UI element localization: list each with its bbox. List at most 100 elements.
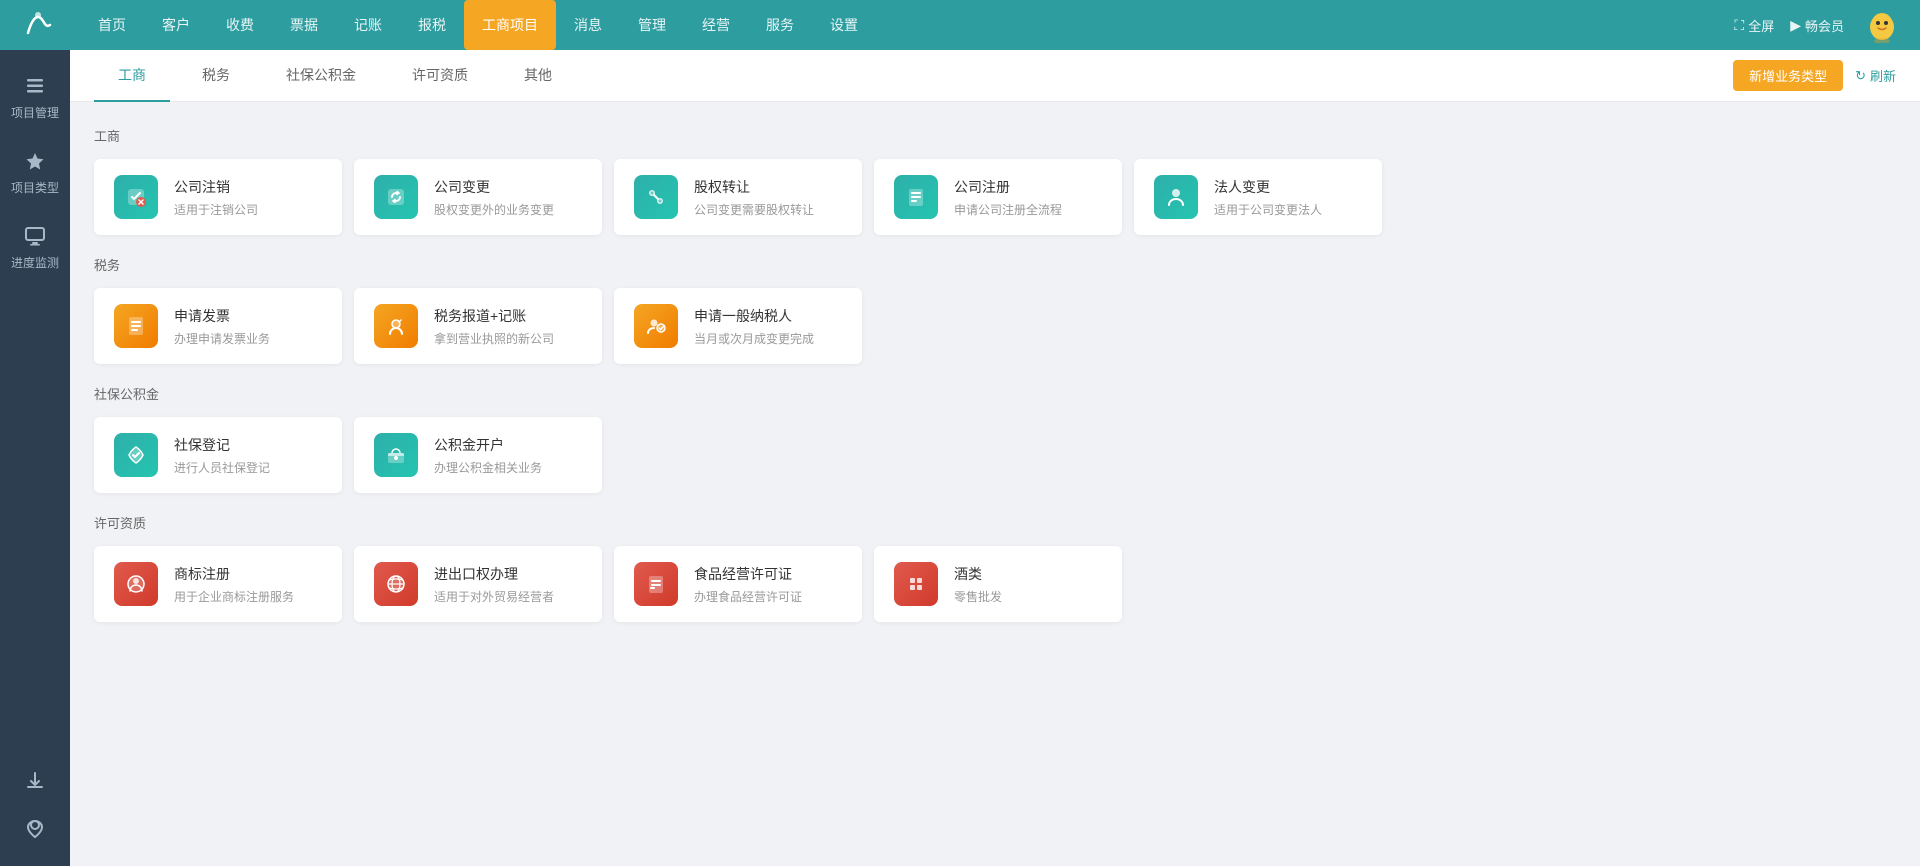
- card-food-license[interactable]: 食品经营许可证 办理食品经营许可证: [614, 546, 862, 622]
- card-text-company-change: 公司变更 股权变更外的业务变更: [434, 177, 582, 218]
- section-cards-xuke: 商标注册 用于企业商标注册服务: [94, 546, 1896, 622]
- logo[interactable]: [16, 3, 60, 47]
- vip-button[interactable]: ▶ 畅会员: [1790, 16, 1844, 35]
- sidebar-download-button[interactable]: [0, 758, 70, 804]
- top-nav-right: ⛶ 全屏 ▶ 畅会员: [1734, 3, 1904, 47]
- card-name-register: 公司注册: [954, 177, 1102, 197]
- card-social-security[interactable]: 社保登记 进行人员社保登记: [94, 417, 342, 493]
- sidebar-item-project-manage[interactable]: 项目管理: [0, 60, 70, 135]
- card-name-taxpayer: 申请一般纳税人: [694, 306, 842, 326]
- card-desc-tax-report: 拿到营业执照的新公司: [434, 330, 582, 347]
- refresh-icon: ↻: [1855, 68, 1866, 84]
- sidebar-item-progress[interactable]: 进度监测: [0, 210, 70, 285]
- card-desc-alcohol: 零售批发: [954, 588, 1102, 605]
- nav-invoice[interactable]: 票据: [272, 0, 336, 50]
- card-desc-trademark: 用于企业商标注册服务: [174, 588, 322, 605]
- change-company-icon: [374, 175, 418, 219]
- card-text-company-cancel: 公司注销 适用于注销公司: [174, 177, 322, 218]
- card-company-cancel[interactable]: 公司注销 适用于注销公司: [94, 159, 342, 235]
- nav-service[interactable]: 服务: [748, 0, 812, 50]
- card-invoice[interactable]: 申请发票 办理申请发票业务: [94, 288, 342, 364]
- sidebar-label-progress: 进度监测: [11, 254, 59, 271]
- nav-customer[interactable]: 客户: [144, 0, 208, 50]
- card-desc-legal: 适用于公司变更法人: [1214, 201, 1362, 218]
- card-text-tax-report: 税务报道+记账 拿到营业执照的新公司: [434, 306, 582, 347]
- section-title-xuke: 许可资质: [94, 513, 1896, 532]
- content-scroll[interactable]: 工商 公司注销 适用于注销公司: [70, 102, 1920, 866]
- card-text-fund: 公积金开户 办理公积金相关业务: [434, 435, 582, 476]
- card-text-social-security: 社保登记 进行人员社保登记: [174, 435, 322, 476]
- taxpayer-icon: [634, 304, 678, 348]
- card-text-taxpayer: 申请一般纳税人 当月或次月成变更完成: [694, 306, 842, 347]
- card-name-import-export: 进出口权办理: [434, 564, 582, 584]
- card-desc-social-security: 进行人员社保登记: [174, 459, 322, 476]
- social-security-icon: [114, 433, 158, 477]
- card-desc-company-cancel: 适用于注销公司: [174, 201, 322, 218]
- card-tax-report[interactable]: 税务报道+记账 拿到营业执照的新公司: [354, 288, 602, 364]
- nav-home[interactable]: 首页: [80, 0, 144, 50]
- card-name-company-change: 公司变更: [434, 177, 582, 197]
- card-text-invoice: 申请发票 办理申请发票业务: [174, 306, 322, 347]
- sidebar-bottom: [0, 758, 70, 866]
- card-trademark[interactable]: 商标注册 用于企业商标注册服务: [94, 546, 342, 622]
- nav-items: 首页 客户 收费 票据 记账 报税 工商项目 消息 管理 经营 服务 设置: [80, 0, 1734, 50]
- card-name-legal: 法人变更: [1214, 177, 1362, 197]
- alcohol-icon: [894, 562, 938, 606]
- card-legal-person[interactable]: 法人变更 适用于公司变更法人: [1134, 159, 1382, 235]
- card-name-fund: 公积金开户: [434, 435, 582, 455]
- tab-gongshang[interactable]: 工商: [94, 50, 170, 102]
- card-text-food-license: 食品经营许可证 办理食品经营许可证: [694, 564, 842, 605]
- nav-message[interactable]: 消息: [556, 0, 620, 50]
- sub-tabs-actions: 新增业务类型 ↻ 刷新: [1733, 60, 1896, 91]
- card-text-alcohol: 酒类 零售批发: [954, 564, 1102, 605]
- nav-manage[interactable]: 管理: [620, 0, 684, 50]
- card-alcohol[interactable]: 酒类 零售批发: [874, 546, 1122, 622]
- nav-operation[interactable]: 经营: [684, 0, 748, 50]
- register-company-icon: [894, 175, 938, 219]
- card-desc-equity: 公司变更需要股权转让: [694, 201, 842, 218]
- section-title-shebao: 社保公积金: [94, 384, 1896, 403]
- card-text-register: 公司注册 申请公司注册全流程: [954, 177, 1102, 218]
- fullscreen-button[interactable]: ⛶ 全屏: [1734, 16, 1774, 35]
- nav-settings[interactable]: 设置: [812, 0, 876, 50]
- card-company-register[interactable]: 公司注册 申请公司注册全流程: [874, 159, 1122, 235]
- sidebar-item-project-type[interactable]: 项目类型: [0, 135, 70, 210]
- tab-other[interactable]: 其他: [500, 50, 576, 102]
- nav-business[interactable]: 工商项目: [464, 0, 556, 50]
- card-text-import-export: 进出口权办理 适用于对外贸易经营者: [434, 564, 582, 605]
- sub-tabs: 工商 税务 社保公积金 许可资质 其他 新增业务类型 ↻ 刷新: [70, 50, 1920, 102]
- section-cards-gongshang: 公司注销 适用于注销公司: [94, 159, 1896, 235]
- nav-fee[interactable]: 收费: [208, 0, 272, 50]
- card-name-alcohol: 酒类: [954, 564, 1102, 584]
- card-desc-fund: 办理公积金相关业务: [434, 459, 582, 476]
- card-import-export[interactable]: 进出口权办理 适用于对外贸易经营者: [354, 546, 602, 622]
- card-name-tax-report: 税务报道+记账: [434, 306, 582, 326]
- tax-report-icon: [374, 304, 418, 348]
- refresh-button[interactable]: ↻ 刷新: [1855, 66, 1896, 85]
- card-taxpayer[interactable]: 申请一般纳税人 当月或次月成变更完成: [614, 288, 862, 364]
- trademark-icon: [114, 562, 158, 606]
- card-company-change[interactable]: 公司变更 股权变更外的业务变更: [354, 159, 602, 235]
- mascot-avatar: [1860, 3, 1904, 47]
- tab-xuke[interactable]: 许可资质: [388, 50, 492, 102]
- card-desc-invoice: 办理申请发票业务: [174, 330, 322, 347]
- top-nav: 首页 客户 收费 票据 记账 报税 工商项目 消息 管理 经营 服务 设置 ⛶ …: [0, 0, 1920, 50]
- card-fund[interactable]: 公积金开户 办理公积金相关业务: [354, 417, 602, 493]
- section-title-shuiwu: 税务: [94, 255, 1896, 274]
- monitor-icon: [23, 224, 47, 248]
- content-area: 工商 税务 社保公积金 许可资质 其他 新增业务类型 ↻ 刷新 工商: [70, 50, 1920, 866]
- nav-accounting[interactable]: 记账: [336, 0, 400, 50]
- cancel-company-icon: [114, 175, 158, 219]
- nav-tax[interactable]: 报税: [400, 0, 464, 50]
- tab-shuiwu[interactable]: 税务: [178, 50, 254, 102]
- card-name-food-license: 食品经营许可证: [694, 564, 842, 584]
- card-desc-register: 申请公司注册全流程: [954, 201, 1102, 218]
- card-name-invoice: 申请发票: [174, 306, 322, 326]
- card-text-legal: 法人变更 适用于公司变更法人: [1214, 177, 1362, 218]
- list-icon: [23, 74, 47, 98]
- card-equity-transfer[interactable]: 股权转让 公司变更需要股权转让: [614, 159, 862, 235]
- section-title-gongshang: 工商: [94, 126, 1896, 145]
- tab-shebao[interactable]: 社保公积金: [262, 50, 380, 102]
- new-type-button[interactable]: 新增业务类型: [1733, 60, 1843, 91]
- sidebar-location-button[interactable]: [0, 804, 70, 850]
